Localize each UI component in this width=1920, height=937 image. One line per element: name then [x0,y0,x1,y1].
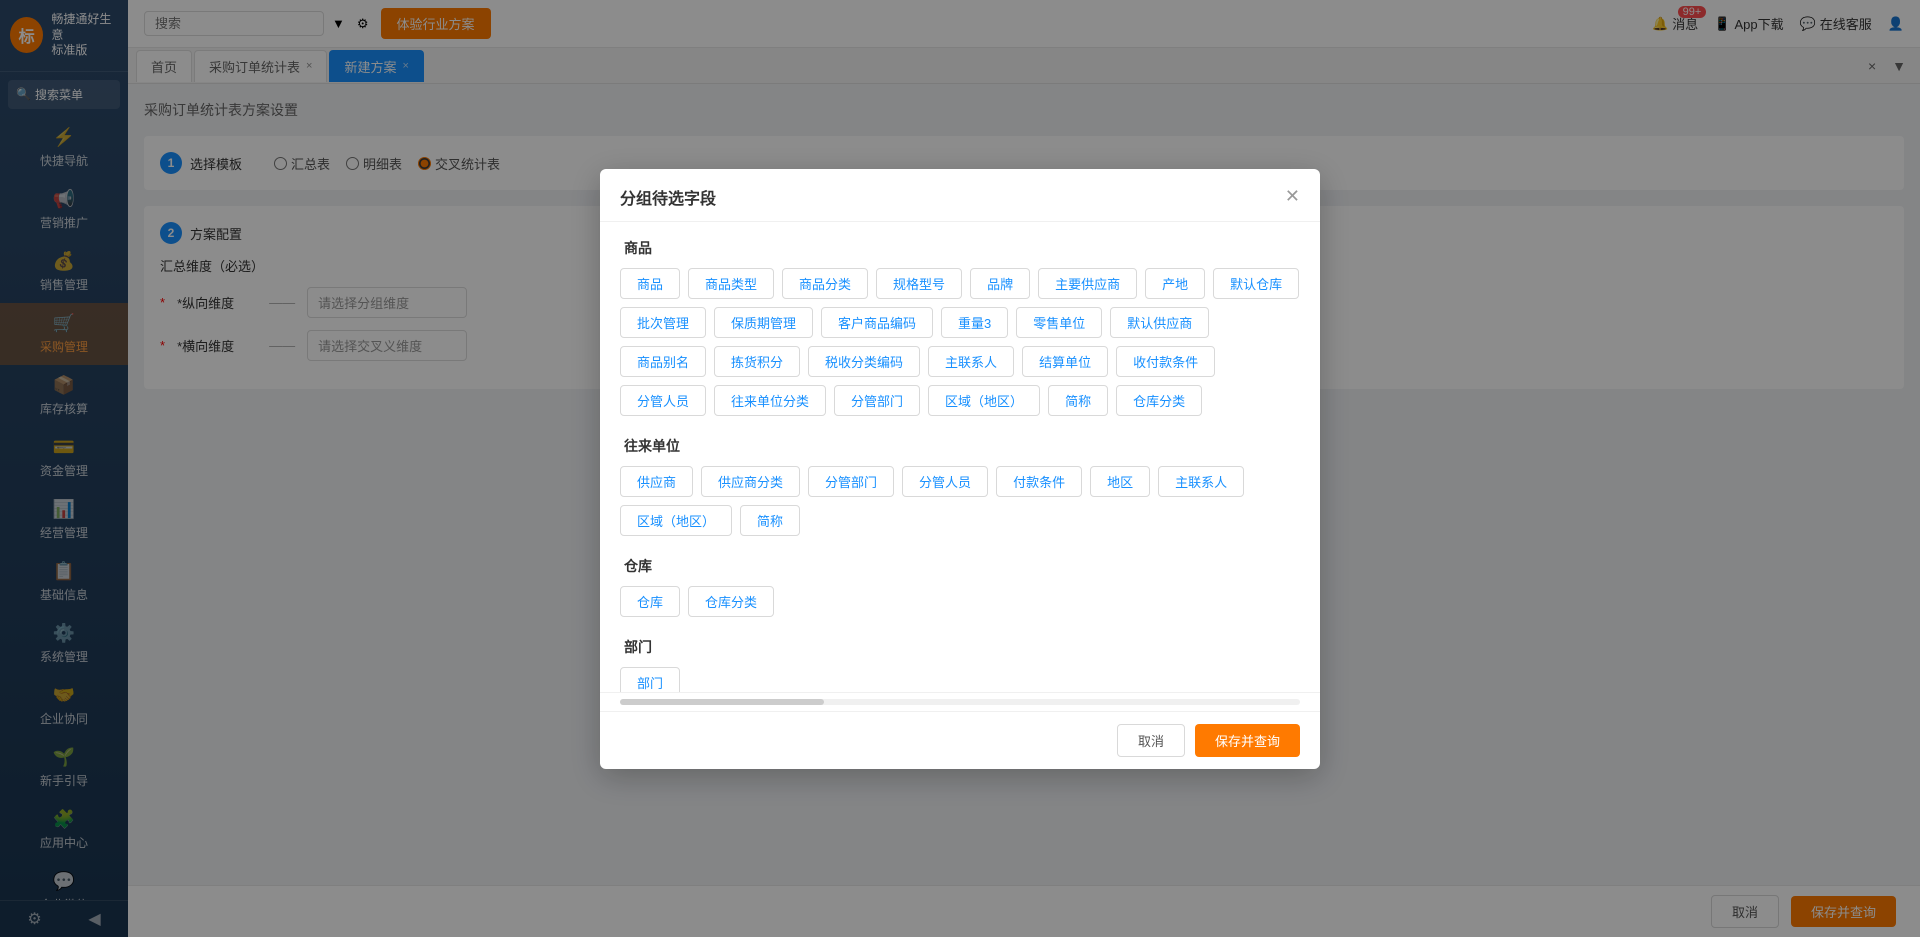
modal-title: 分组待选字段 [620,185,716,209]
field-tag-1-7[interactable]: 区域（地区） [620,505,732,536]
field-tag-2-0[interactable]: 仓库 [620,586,680,617]
modal-close-button[interactable]: ✕ [1285,186,1300,207]
field-tag-0-14[interactable]: 商品别名 [620,346,706,377]
modal-overlay: 分组待选字段 ✕ 商品商品商品类型商品分类规格型号品牌主要供应商产地默认仓库批次… [0,0,1920,937]
field-tag-0-8[interactable]: 批次管理 [620,307,706,338]
field-tag-0-10[interactable]: 客户商品编码 [821,307,933,338]
field-tag-0-21[interactable]: 往来单位分类 [714,385,826,416]
field-tag-1-2[interactable]: 分管部门 [808,466,894,497]
field-select-modal: 分组待选字段 ✕ 商品商品商品类型商品分类规格型号品牌主要供应商产地默认仓库批次… [600,169,1320,769]
field-tag-0-19[interactable]: 收付款条件 [1116,346,1215,377]
horizontal-scrollbar[interactable] [620,699,1300,705]
horizontal-scrollbar-thumb [620,699,824,705]
field-tag-0-18[interactable]: 结算单位 [1022,346,1108,377]
field-tags-2: 仓库仓库分类 [620,586,1300,617]
field-tag-1-1[interactable]: 供应商分类 [701,466,800,497]
field-group-title-0: 商品 [620,238,1300,258]
modal-scroll-area [600,692,1320,711]
field-tags-0: 商品商品类型商品分类规格型号品牌主要供应商产地默认仓库批次管理保质期管理客户商品… [620,268,1300,416]
field-tag-0-9[interactable]: 保质期管理 [714,307,813,338]
field-tag-0-13[interactable]: 默认供应商 [1110,307,1209,338]
field-tags-1: 供应商供应商分类分管部门分管人员付款条件地区主联系人区域（地区） 简称 [620,466,1300,536]
field-tag-0-24[interactable]: 简称 [1048,385,1108,416]
field-group-部门: 部门部门 [620,637,1300,692]
field-tag-0-4[interactable]: 品牌 [970,268,1030,299]
field-tag-1-6[interactable]: 主联系人 [1158,466,1244,497]
field-tag-1-4[interactable]: 付款条件 [996,466,1082,497]
field-tag-1-0[interactable]: 供应商 [620,466,693,497]
field-tag-0-15[interactable]: 拣货积分 [714,346,800,377]
field-tag-0-17[interactable]: 主联系人 [928,346,1014,377]
field-tag-0-5[interactable]: 主要供应商 [1038,268,1137,299]
modal-body[interactable]: 商品商品商品类型商品分类规格型号品牌主要供应商产地默认仓库批次管理保质期管理客户… [600,222,1320,692]
modal-header: 分组待选字段 ✕ [600,169,1320,222]
field-tags-3: 部门 [620,667,1300,692]
field-group-往来单位: 往来单位供应商供应商分类分管部门分管人员付款条件地区主联系人区域（地区） 简称 [620,436,1300,536]
field-tag-0-25[interactable]: 仓库分类 [1116,385,1202,416]
field-group-商品: 商品商品商品类型商品分类规格型号品牌主要供应商产地默认仓库批次管理保质期管理客户… [620,238,1300,416]
field-group-title-1: 往来单位 [620,436,1300,456]
field-tag-0-0[interactable]: 商品 [620,268,680,299]
field-tag-0-7[interactable]: 默认仓库 [1213,268,1299,299]
field-tag-1-8[interactable]: 简称 [740,505,800,536]
field-tag-2-1[interactable]: 仓库分类 [688,586,774,617]
field-tag-1-5[interactable]: 地区 [1090,466,1150,497]
field-tag-0-2[interactable]: 商品分类 [782,268,868,299]
field-tag-0-23[interactable]: 区域（地区） [928,385,1040,416]
field-tag-3-0[interactable]: 部门 [620,667,680,692]
field-tag-0-11[interactable]: 重量3 [941,307,1008,338]
field-tag-0-1[interactable]: 商品类型 [688,268,774,299]
modal-footer: 取消 保存并查询 [600,711,1320,769]
field-group-title-3: 部门 [620,637,1300,657]
field-group-仓库: 仓库仓库仓库分类 [620,556,1300,617]
field-group-title-2: 仓库 [620,556,1300,576]
cancel-button[interactable]: 取消 [1117,724,1185,757]
field-tag-0-20[interactable]: 分管人员 [620,385,706,416]
field-tag-0-12[interactable]: 零售单位 [1016,307,1102,338]
field-tag-0-22[interactable]: 分管部门 [834,385,920,416]
field-tag-0-3[interactable]: 规格型号 [876,268,962,299]
field-tag-1-3[interactable]: 分管人员 [902,466,988,497]
field-tag-0-6[interactable]: 产地 [1145,268,1205,299]
save-query-button[interactable]: 保存并查询 [1195,724,1300,757]
field-tag-0-16[interactable]: 税收分类编码 [808,346,920,377]
